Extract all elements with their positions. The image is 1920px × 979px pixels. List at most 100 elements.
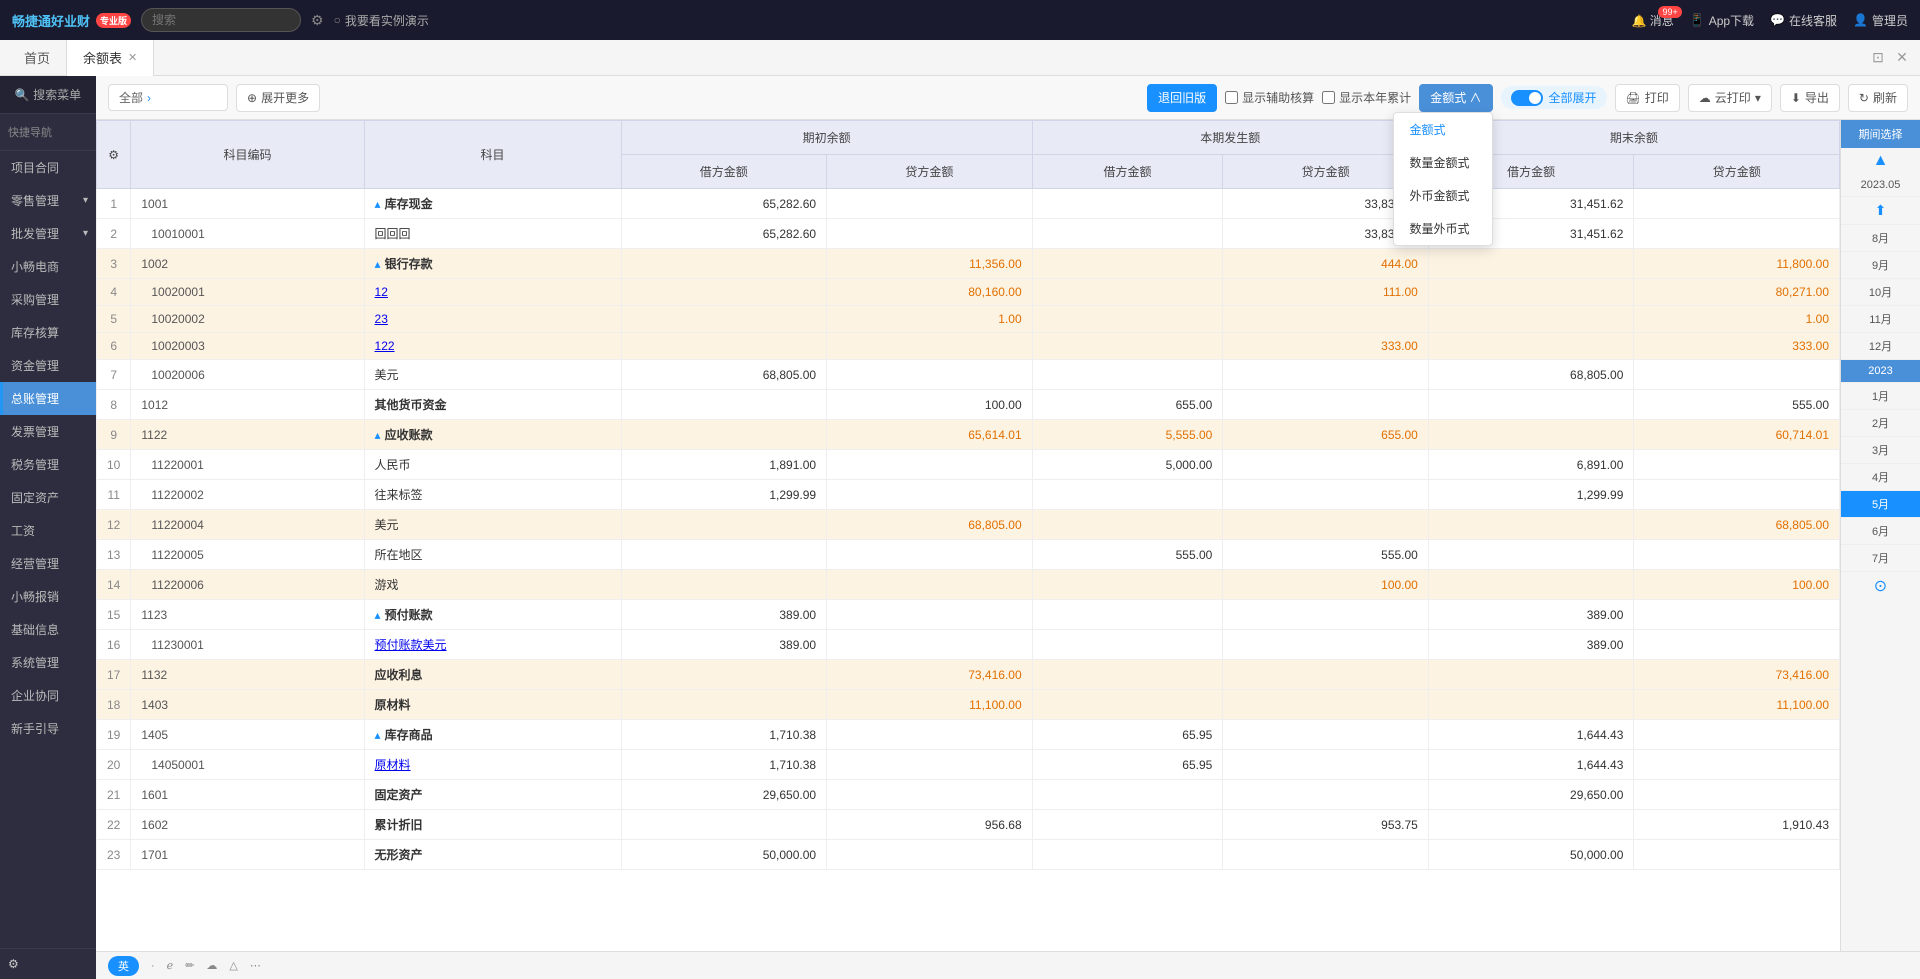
amount-mode-btn[interactable]: 金额式 ∧ [1419,84,1492,112]
period-9[interactable]: 9月 [1841,252,1920,279]
sidebar-item-ledger[interactable]: 总账管理 [0,382,96,415]
sidebar-search[interactable]: 🔍 搜索菜单 [0,76,96,114]
period-1[interactable]: 1月 [1841,383,1920,410]
aux-checkbox-input[interactable] [1225,91,1238,104]
sidebar-item-sales[interactable]: 小畅报销 [0,580,96,613]
app-download-btn[interactable]: 📱 App下载 [1690,12,1754,29]
window-restore-btn[interactable]: ⊡ [1868,48,1888,68]
tab-yue[interactable]: 余额表 ✕ [67,40,154,76]
cloud-print-btn[interactable]: ☁ 云打印 ▾ [1688,84,1772,112]
sidebar-item-basic[interactable]: 基础信息 [0,613,96,646]
pe-credit: 11,100.00 [1634,690,1840,720]
period-4[interactable]: 4月 [1841,464,1920,491]
status-more[interactable]: ⋯ [250,959,261,972]
notification-btn[interactable]: 🔔 消息 99+ [1631,12,1673,29]
account-code: 1012 [131,390,364,420]
expand-more-btn[interactable]: ⊕ 展开更多 [236,84,320,112]
show-ytd-checkbox[interactable]: 显示本年累计 [1322,89,1411,106]
account-name-link[interactable]: 原材料 [375,758,411,772]
pe-debit [1428,510,1634,540]
expand-icon[interactable]: ▴ [375,257,381,271]
expand-icon[interactable]: ▴ [375,428,381,442]
status-e[interactable]: ℯ [167,959,174,972]
account-name-link[interactable]: 23 [375,312,388,326]
table-row: 23 1701 无形资产 50,000.00 50,000.00 [97,840,1840,870]
period-7[interactable]: 7月 [1841,545,1920,572]
refresh-btn[interactable]: ↻ 刷新 [1848,84,1908,112]
th-settings[interactable]: ⚙ [97,121,131,189]
period-6[interactable]: 6月 [1841,518,1920,545]
export-btn[interactable]: ⬇ 导出 [1780,84,1840,112]
menu-item-qty-amount[interactable]: 数量金额式 [1394,146,1492,179]
period-2023[interactable]: 2023 [1841,360,1920,383]
account-name: 预付账款 [385,608,433,622]
expand-icon[interactable]: ▴ [375,728,381,742]
menu-item-foreign-amount[interactable]: 外币金额式 [1394,179,1492,212]
pb-debit [621,810,827,840]
menu-item-qty-foreign[interactable]: 数量外币式 [1394,212,1492,245]
sidebar-item-assets[interactable]: 固定资产 [0,481,96,514]
menu-item-amount[interactable]: 金额式 [1394,113,1492,146]
status-triangle[interactable]: △ [229,959,237,972]
expand-icon[interactable]: ▴ [375,197,381,211]
sidebar-item-ecommerce[interactable]: 小畅电商 [0,250,96,283]
period-11[interactable]: 11月 [1841,306,1920,333]
sidebar-item-corporate[interactable]: 企业协同 [0,679,96,712]
pe-debit [1428,279,1634,306]
status-lang-btn[interactable]: 英 [108,956,139,976]
sidebar-item-system[interactable]: 系统管理 [0,646,96,679]
period-5[interactable]: 5月 [1841,491,1920,518]
sidebar-bottom-settings[interactable]: ⚙ [0,948,96,979]
period-2[interactable]: 2月 [1841,410,1920,437]
sidebar-item-wholesale[interactable]: 批发管理 ▾ [0,217,96,250]
sidebar-item-tax[interactable]: 税务管理 [0,448,96,481]
online-service-btn[interactable]: 💬 在线客服 [1770,12,1837,29]
demo-link[interactable]: ○ 我要看实例演示 [334,12,429,29]
period-item-2023-05[interactable]: 2023.05 [1841,174,1920,197]
account-name-cell: 美元 [364,360,621,390]
period-12[interactable]: 12月 [1841,333,1920,360]
pe-debit: 389.00 [1428,630,1634,660]
cp-credit [1223,480,1429,510]
sidebar-item-newbie[interactable]: 新手引导 [0,712,96,745]
breadcrumb: 全部 › [108,84,228,111]
period-item-up-arrow2[interactable]: ⬆ [1841,197,1920,225]
sidebar-item-project[interactable]: 项目合同 [0,151,96,184]
tab-close-icon[interactable]: ✕ [128,51,137,64]
expand-all-toggle[interactable]: 全部展开 [1501,86,1607,109]
show-aux-checkbox[interactable]: 显示辅助核算 [1225,89,1314,106]
period-10[interactable]: 10月 [1841,279,1920,306]
settings-icon[interactable]: ⚙ [311,12,324,29]
status-cloud[interactable]: ☁ [206,959,217,972]
global-search-input[interactable] [141,8,301,32]
account-name-link[interactable]: 122 [375,339,395,353]
tab-home[interactable]: 首页 [8,40,67,76]
return-old-btn[interactable]: 退回旧版 [1147,84,1217,112]
print-btn[interactable]: 🖨 打印 [1615,84,1680,112]
sidebar-item-invoice[interactable]: 发票管理 [0,415,96,448]
account-name-link[interactable]: 12 [375,285,388,299]
ytd-checkbox-input[interactable] [1322,91,1335,104]
sidebar-item-operations[interactable]: 经营管理 [0,547,96,580]
account-name-link[interactable]: 预付账款美元 [375,638,447,652]
settings-gear-icon[interactable]: ⚙ [8,957,19,971]
sidebar-item-purchase[interactable]: 采购管理 [0,283,96,316]
cp-credit [1223,780,1429,810]
user-avatar[interactable]: 👤 管理员 [1853,12,1908,29]
expand-icon[interactable]: ▴ [375,608,381,622]
sidebar-item-finance[interactable]: 资金管理 [0,349,96,382]
status-edit[interactable]: ✏ [185,959,194,972]
sidebar-item-retail[interactable]: 零售管理 ▾ [0,184,96,217]
period-nav-up[interactable]: ▲ [1841,148,1920,174]
sidebar-item-inventory[interactable]: 库存核算 [0,316,96,349]
cp-credit [1223,360,1429,390]
th-name: 科目 [364,121,621,189]
account-name-cell: ▴ 预付账款 [364,600,621,630]
sidebar-item-payroll[interactable]: 工资 [0,514,96,547]
pb-debit: 29,650.00 [621,780,827,810]
amount-mode-dropdown[interactable]: 金额式 ∧ 金额式 数量金额式 外币金额式 数量外币式 [1419,84,1492,112]
window-close-btn[interactable]: ✕ [1892,48,1912,68]
period-nav-down[interactable]: ⊙ [1841,572,1920,600]
period-3[interactable]: 3月 [1841,437,1920,464]
period-8[interactable]: 8月 [1841,225,1920,252]
